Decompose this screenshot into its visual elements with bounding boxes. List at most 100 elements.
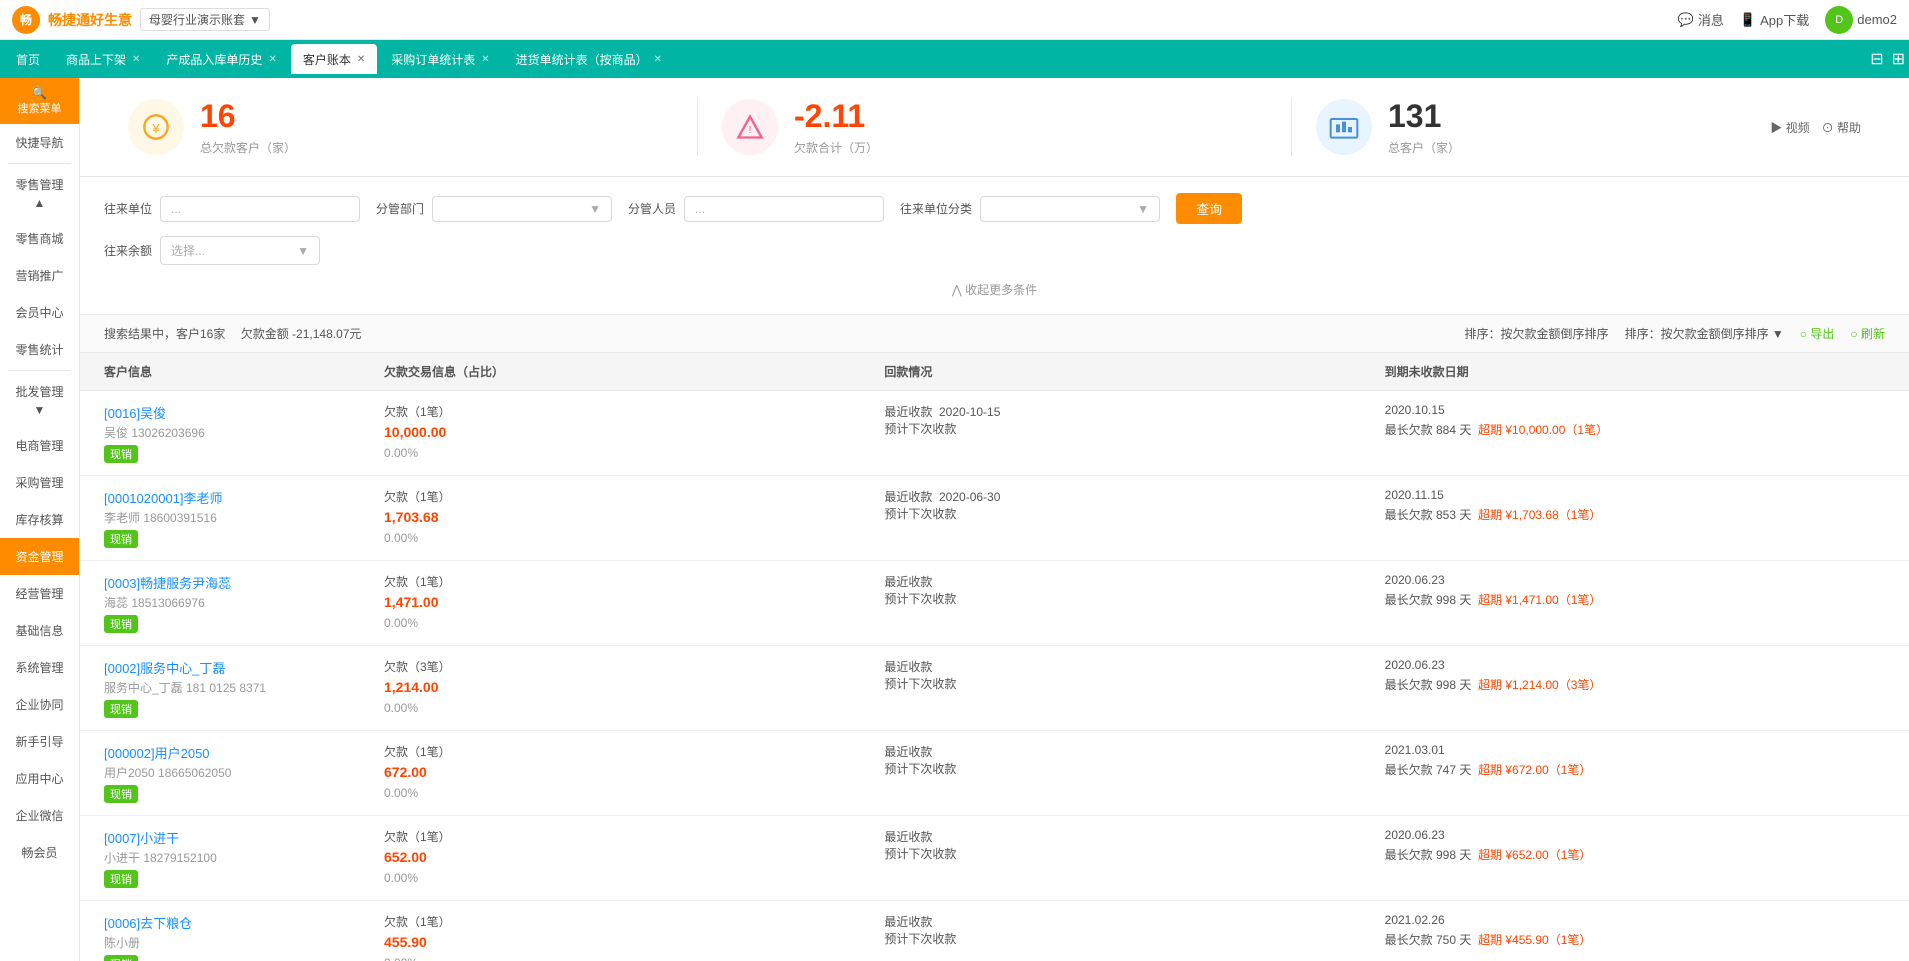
user-menu[interactable]: D demo2 bbox=[1825, 6, 1897, 34]
from-unit-input[interactable]: ... bbox=[160, 196, 360, 222]
app-download-button[interactable]: 📱 App下载 bbox=[1740, 10, 1809, 29]
debt-info-cell: 欠款（3笔） 1,214.00 0.00% bbox=[384, 658, 884, 715]
tab-production[interactable]: 产成品入库单历史 ✕ bbox=[154, 44, 288, 74]
overdue-link[interactable]: 超期 ¥1,471.00（1笔） bbox=[1478, 593, 1601, 607]
result-bar: 搜索结果中，客户16家 欠款金额 -21,148.07元 排序：按欠款金额倒序排… bbox=[80, 315, 1909, 353]
person-label: 分管人员 bbox=[628, 200, 676, 217]
sidebar-item-ops[interactable]: 经营管理 bbox=[0, 575, 79, 612]
avatar: D bbox=[1825, 6, 1853, 34]
sidebar-item-marketing[interactable]: 营销推广 bbox=[0, 257, 79, 294]
query-button[interactable]: 查询 bbox=[1176, 193, 1242, 224]
filter-area: 往来单位 ... 分管部门 ▼ 分管人员 ... bbox=[80, 177, 1909, 315]
sidebar-item-app-center[interactable]: 应用中心 bbox=[0, 760, 79, 797]
collapse-icon: ⋀ bbox=[952, 283, 965, 297]
overdue-info-cell: 2021.03.01 最长欠款 747 天 超期 ¥672.00（1笔） bbox=[1385, 743, 1885, 778]
sidebar-item-basic-info[interactable]: 基础信息 bbox=[0, 612, 79, 649]
debt-info-cell: 欠款（1笔） 1,471.00 0.00% bbox=[384, 573, 884, 630]
close-tab-incoming-stats[interactable]: ✕ bbox=[654, 54, 662, 65]
sidebar-item-newcomer[interactable]: 新手引导 bbox=[0, 723, 79, 760]
dept-select[interactable]: ▼ bbox=[432, 196, 612, 222]
customer-name-link[interactable]: [0002]服务中心_丁磊 bbox=[104, 661, 225, 676]
sidebar-item-wechat[interactable]: 企业微信 bbox=[0, 797, 79, 834]
sidebar-item-system[interactable]: 系统管理 bbox=[0, 649, 79, 686]
sidebar-item-stock[interactable]: 库存核算 bbox=[0, 501, 79, 538]
filter-dept: 分管部门 ▼ bbox=[376, 196, 612, 222]
sidebar-item-enterprise[interactable]: 企业协同 bbox=[0, 686, 79, 723]
video-button[interactable]: ▶ 视频 bbox=[1770, 119, 1809, 136]
maximize-icon[interactable]: ⊞ bbox=[1892, 49, 1905, 69]
refresh-button[interactable]: ○ 刷新 bbox=[1850, 325, 1885, 342]
overdue-link[interactable]: 超期 ¥10,000.00（1笔） bbox=[1478, 423, 1608, 437]
customer-phone: 小进干 18279152100 bbox=[104, 849, 384, 866]
help-button[interactable]: ⊙ 帮助 bbox=[1822, 119, 1861, 136]
customer-name-link[interactable]: [000002]用户2050 bbox=[104, 746, 210, 761]
export-button[interactable]: ○ 导出 bbox=[1800, 325, 1835, 342]
company-select[interactable]: 母婴行业演示账套 ▼ bbox=[140, 8, 270, 31]
sidebar-item-finance[interactable]: 资金管理 bbox=[0, 538, 79, 575]
overdue-link[interactable]: 超期 ¥1,703.68（1笔） bbox=[1478, 508, 1601, 522]
balance-select[interactable]: 选择... ▼ bbox=[160, 236, 320, 265]
customer-tag: 现销 bbox=[104, 530, 138, 548]
customer-phone: 吴俊 13026203696 bbox=[104, 424, 384, 441]
customer-tag: 现销 bbox=[104, 615, 138, 633]
person-input[interactable]: ... bbox=[684, 196, 884, 222]
close-tab-production[interactable]: ✕ bbox=[268, 54, 276, 65]
overdue-link[interactable]: 超期 ¥672.00（1笔） bbox=[1478, 763, 1591, 777]
logo-title: 畅捷通好生意 bbox=[48, 10, 132, 30]
message-button[interactable]: 💬 消息 bbox=[1678, 10, 1724, 29]
close-tab-products[interactable]: ✕ bbox=[132, 54, 140, 65]
overdue-link[interactable]: 超期 ¥1,214.00（3笔） bbox=[1478, 678, 1601, 692]
collapse-button[interactable]: ⋀ 收起更多条件 bbox=[104, 277, 1885, 302]
customer-tag: 现销 bbox=[104, 445, 138, 463]
tab-products[interactable]: 商品上下架 ✕ bbox=[54, 44, 152, 74]
recent-pay: 最近收款 bbox=[884, 573, 1384, 590]
search-menu-button[interactable]: 🔍 搜索菜单 bbox=[0, 78, 79, 124]
stat-info-total: 131 总客户（家） bbox=[1388, 98, 1460, 156]
stat-card-amount: ! -2.11 欠款合计（万） bbox=[697, 98, 1291, 156]
sort-label[interactable]: 排序：按欠款金额倒序排序 bbox=[1465, 325, 1609, 342]
overdue-days: 最长欠款 747 天 超期 ¥672.00（1笔） bbox=[1385, 761, 1885, 778]
customer-name-link[interactable]: [0001020001]李老师 bbox=[104, 491, 223, 506]
close-tab-purchase-order[interactable]: ✕ bbox=[481, 54, 489, 65]
sidebar-item-ecommerce[interactable]: 电商管理 bbox=[0, 427, 79, 464]
overdue-link[interactable]: 超期 ¥652.00（1笔） bbox=[1478, 848, 1591, 862]
table-row: [0003]畅捷服务尹海蕊 海蕊 18513066976 现销 欠款（1笔） 1… bbox=[80, 561, 1909, 646]
due-date: 2021.03.01 bbox=[1385, 743, 1885, 757]
repay-info-cell: 最近收款 2020-06-30 预计下次收款 bbox=[884, 488, 1384, 522]
debt-amount: 1,214.00 bbox=[384, 679, 884, 695]
debt-info-cell: 欠款（1笔） 10,000.00 0.00% bbox=[384, 403, 884, 460]
overdue-link[interactable]: 超期 ¥455.90（1笔） bbox=[1478, 933, 1591, 947]
sidebar-item-purchase[interactable]: 采购管理 bbox=[0, 464, 79, 501]
overdue-info-cell: 2020.11.15 最长欠款 853 天 超期 ¥1,703.68（1笔） bbox=[1385, 488, 1885, 523]
minimize-icon[interactable]: ⊟ bbox=[1870, 49, 1883, 69]
unit-class-select[interactable]: ▼ bbox=[980, 196, 1160, 222]
sidebar-item-retail-mgmt[interactable]: 零售管理 ▲ bbox=[0, 166, 79, 220]
stat-number-amount: -2.11 bbox=[794, 98, 878, 135]
sidebar-item-retail-store[interactable]: 零售商城 bbox=[0, 220, 79, 257]
sidebar-item-member[interactable]: 会员中心 bbox=[0, 294, 79, 331]
debt-pct: 0.00% bbox=[384, 531, 884, 545]
debt-count: 欠款（3笔） bbox=[384, 658, 884, 675]
customer-name-link[interactable]: [0006]去下粮仓 bbox=[104, 916, 192, 931]
quick-nav-label: 快捷导航 bbox=[15, 134, 63, 151]
tab-incoming-stats[interactable]: 进货单统计表（按商品） ✕ bbox=[504, 44, 674, 74]
tab-purchase-order[interactable]: 采购订单统计表 ✕ bbox=[379, 44, 501, 74]
sidebar-item-vip[interactable]: 畅会员 bbox=[0, 834, 79, 871]
filter-unit-class: 往来单位分类 ▼ bbox=[900, 196, 1160, 222]
customer-name-link[interactable]: [0016]吴俊 bbox=[104, 406, 166, 421]
message-icon: 💬 bbox=[1678, 12, 1694, 28]
sidebar-item-retail-stats[interactable]: 零售统计 bbox=[0, 331, 79, 368]
sidebar-item-batch-mgmt[interactable]: 批发管理 ▼ bbox=[0, 373, 79, 427]
close-tab-customer-account[interactable]: ✕ bbox=[357, 54, 365, 65]
repay-info-cell: 最近收款 预计下次收款 bbox=[884, 743, 1384, 777]
due-date: 2020.11.15 bbox=[1385, 488, 1885, 502]
stat-number-total: 131 bbox=[1388, 98, 1460, 135]
divider bbox=[8, 163, 71, 164]
tab-home[interactable]: 首页 bbox=[4, 44, 52, 74]
customer-name-link[interactable]: [0003]畅捷服务尹海蕊 bbox=[104, 576, 231, 591]
sidebar-item-quick-nav[interactable]: 快捷导航 bbox=[0, 124, 79, 161]
customer-name-link[interactable]: [0007]小进干 bbox=[104, 831, 179, 846]
customer-info-cell: [0007]小进干 小进干 18279152100 现销 bbox=[104, 828, 384, 888]
tab-customer-account[interactable]: 客户账本 ✕ bbox=[291, 44, 377, 74]
svg-text:¥: ¥ bbox=[151, 121, 160, 136]
